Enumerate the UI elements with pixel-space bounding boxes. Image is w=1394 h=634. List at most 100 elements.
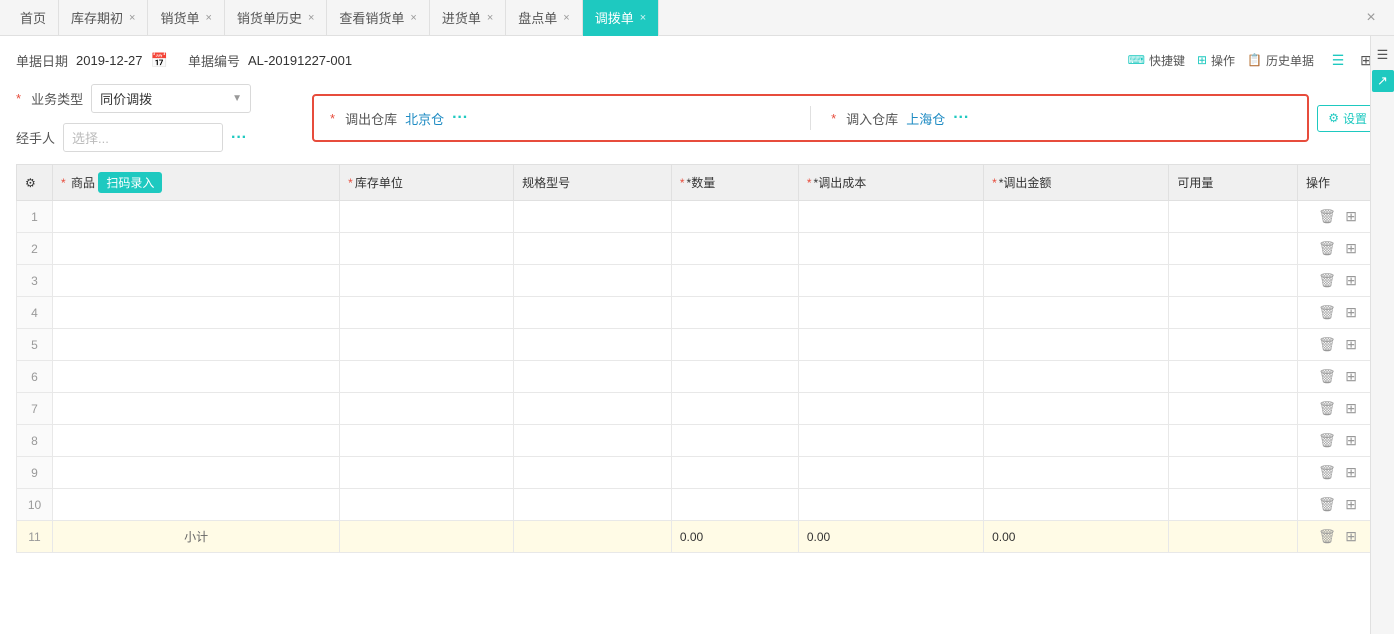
cell-qty[interactable] — [671, 393, 798, 425]
cell-spec[interactable] — [514, 425, 672, 457]
history-button[interactable]: 📋 历史单据 — [1247, 52, 1314, 69]
cell-cost[interactable] — [798, 489, 983, 521]
cell-amount[interactable] — [984, 425, 1169, 457]
tab-home[interactable]: 首页 — [8, 0, 59, 36]
cell-unit[interactable] — [340, 329, 514, 361]
cell-product[interactable] — [53, 297, 340, 329]
copy-icon[interactable]: ⊞ — [1345, 336, 1357, 352]
delete-icon[interactable]: 🗑 — [1318, 272, 1336, 288]
cell-cost[interactable] — [798, 329, 983, 361]
cell-qty[interactable] — [671, 361, 798, 393]
cell-available[interactable] — [1169, 489, 1298, 521]
cell-amount[interactable] — [984, 393, 1169, 425]
copy-icon[interactable]: ⊞ — [1345, 240, 1357, 256]
cell-available[interactable] — [1169, 393, 1298, 425]
cell-cost[interactable] — [798, 361, 983, 393]
cell-spec[interactable] — [514, 393, 672, 425]
cell-product[interactable] — [53, 489, 340, 521]
cell-spec[interactable] — [514, 457, 672, 489]
cell-spec[interactable] — [514, 361, 672, 393]
copy-icon[interactable]: ⊞ — [1345, 304, 1357, 320]
cell-amount[interactable] — [984, 233, 1169, 265]
cell-cost[interactable] — [798, 297, 983, 329]
cell-amount[interactable] — [984, 265, 1169, 297]
cell-spec[interactable] — [514, 233, 672, 265]
cell-amount[interactable] — [984, 457, 1169, 489]
delete-icon[interactable]: 🗑 — [1318, 208, 1336, 224]
cell-amount[interactable] — [984, 329, 1169, 361]
cell-unit[interactable] — [340, 265, 514, 297]
person-input[interactable]: 选择... — [63, 123, 223, 152]
tab-sales-history[interactable]: 销货单历史 × — [225, 0, 327, 36]
cell-spec[interactable] — [514, 297, 672, 329]
cell-product[interactable] — [53, 201, 340, 233]
delete-icon[interactable]: 🗑 — [1318, 528, 1336, 544]
copy-icon[interactable]: ⊞ — [1345, 208, 1357, 224]
copy-icon[interactable]: ⊞ — [1345, 464, 1357, 480]
cell-product[interactable] — [53, 425, 340, 457]
cell-unit[interactable] — [340, 489, 514, 521]
cell-cost[interactable] — [798, 233, 983, 265]
cell-cost[interactable] — [798, 425, 983, 457]
cell-qty[interactable] — [671, 233, 798, 265]
cell-available[interactable] — [1169, 265, 1298, 297]
tab-transfer[interactable]: 调拨单 × — [583, 0, 659, 36]
copy-icon[interactable]: ⊞ — [1345, 432, 1357, 448]
copy-icon[interactable]: ⊞ — [1345, 400, 1357, 416]
delete-icon[interactable]: 🗑 — [1318, 464, 1336, 480]
copy-icon[interactable]: ⊞ — [1345, 528, 1357, 544]
operations-button[interactable]: ⊞ 操作 — [1197, 52, 1235, 69]
cell-qty[interactable] — [671, 297, 798, 329]
shortcuts-button[interactable]: ⌨ 快捷键 — [1128, 52, 1185, 69]
tab-inventory-init[interactable]: 库存期初 × — [59, 0, 148, 36]
tab-close-icon[interactable]: × — [563, 12, 569, 24]
cell-cost[interactable] — [798, 393, 983, 425]
cell-available[interactable] — [1169, 201, 1298, 233]
cell-amount[interactable] — [984, 489, 1169, 521]
cell-amount[interactable] — [984, 361, 1169, 393]
cell-unit[interactable] — [340, 425, 514, 457]
copy-icon[interactable]: ⊞ — [1345, 272, 1357, 288]
cell-available[interactable] — [1169, 233, 1298, 265]
tab-close-icon[interactable]: × — [410, 12, 416, 24]
tab-close-icon[interactable]: × — [640, 12, 646, 24]
in-warehouse-more-button[interactable]: ··· — [953, 109, 969, 127]
cell-available[interactable] — [1169, 425, 1298, 457]
cell-product[interactable] — [53, 233, 340, 265]
delete-icon[interactable]: 🗑 — [1318, 400, 1336, 416]
cell-qty[interactable] — [671, 457, 798, 489]
delete-icon[interactable]: 🗑 — [1318, 432, 1336, 448]
tab-purchase[interactable]: 进货单 × — [430, 0, 506, 36]
delete-icon[interactable]: 🗑 — [1318, 336, 1336, 352]
settings-button[interactable]: ⚙ 设置 — [1317, 105, 1378, 132]
tab-close-icon[interactable]: × — [308, 12, 314, 24]
cell-cost[interactable] — [798, 201, 983, 233]
tab-close-icon[interactable]: × — [129, 12, 135, 24]
tab-stocktake[interactable]: 盘点单 × — [506, 0, 582, 36]
cell-unit[interactable] — [340, 201, 514, 233]
cell-unit[interactable] — [340, 393, 514, 425]
tab-close-icon[interactable]: × — [487, 12, 493, 24]
delete-icon[interactable]: 🗑 — [1318, 240, 1336, 256]
person-more-button[interactable]: ··· — [231, 129, 247, 147]
cell-qty[interactable] — [671, 489, 798, 521]
cell-spec[interactable] — [514, 201, 672, 233]
copy-icon[interactable]: ⊞ — [1345, 368, 1357, 384]
copy-icon[interactable]: ⊞ — [1345, 496, 1357, 512]
cell-spec[interactable] — [514, 489, 672, 521]
cell-qty[interactable] — [671, 201, 798, 233]
delete-icon[interactable]: 🗑 — [1318, 368, 1336, 384]
scan-button[interactable]: 扫码录入 — [98, 172, 162, 193]
sidebar-expand-icon[interactable]: ↗ — [1372, 70, 1394, 92]
cell-product[interactable] — [53, 457, 340, 489]
col-gear[interactable]: ⚙ — [17, 165, 53, 201]
cell-spec[interactable] — [514, 329, 672, 361]
cell-available[interactable] — [1169, 457, 1298, 489]
cell-qty[interactable] — [671, 265, 798, 297]
cell-qty[interactable] — [671, 425, 798, 457]
business-type-select[interactable]: 同价调拨 ▼ — [91, 84, 251, 113]
cell-product[interactable] — [53, 265, 340, 297]
cell-product[interactable] — [53, 361, 340, 393]
cell-cost[interactable] — [798, 265, 983, 297]
delete-icon[interactable]: 🗑 — [1318, 496, 1336, 512]
